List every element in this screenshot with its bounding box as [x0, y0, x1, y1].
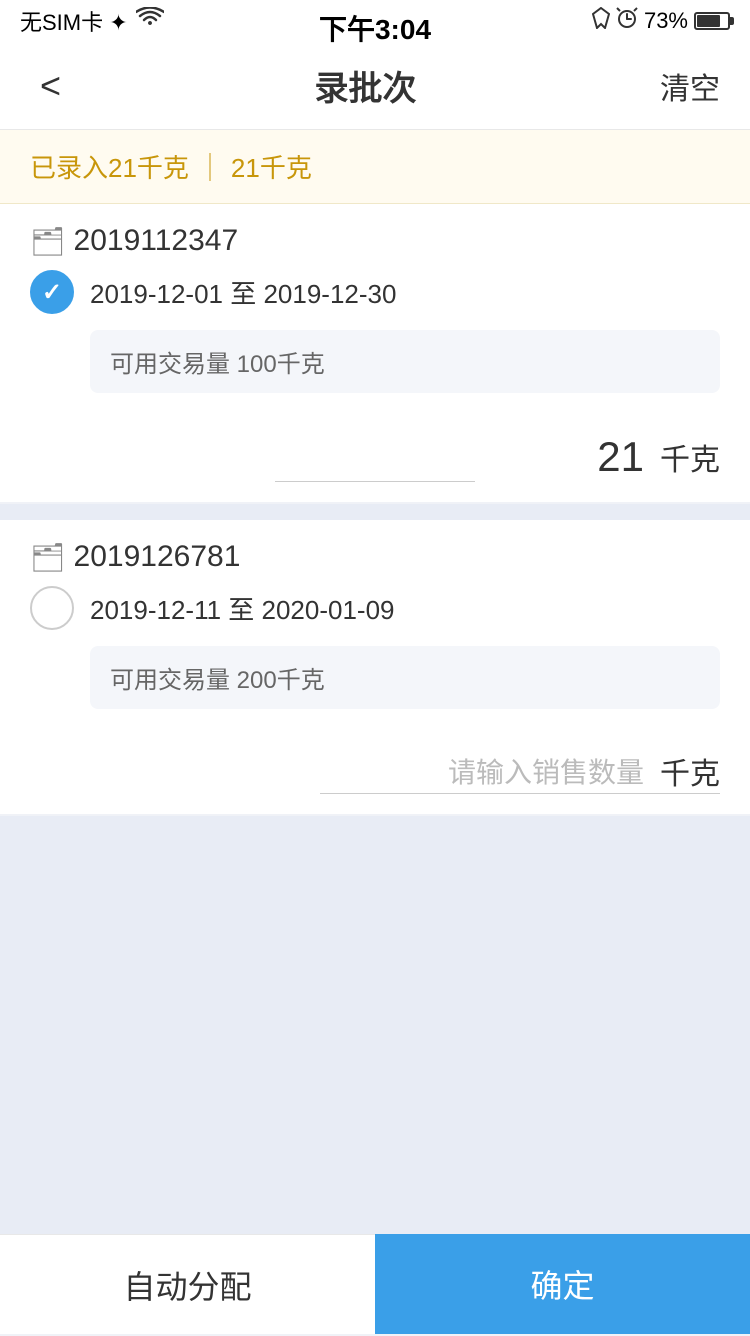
batch-2-input-section: 请输入销售数量 千克: [0, 733, 750, 814]
batch-card-1: 🗂 2019112347 2019-12-01 至 2019-12-30 可用交…: [0, 204, 750, 502]
batch-1-quantity-value[interactable]: 21: [597, 433, 644, 481]
batch-card-2: 🗂 2019126781 2019-12-11 至 2020-01-09 可用交…: [0, 520, 750, 814]
empty-area: [0, 816, 750, 1236]
batch-1-date: 2019-12-01 至 2019-12-30: [90, 274, 396, 311]
batch-2-id: 2019126781: [74, 540, 241, 574]
batch-1-quantity-row: 21 千克: [0, 417, 750, 481]
batch-2-underline: [320, 793, 720, 794]
batch-1-date-row: 2019-12-01 至 2019-12-30: [30, 270, 720, 314]
battery-percent: 73%: [644, 8, 688, 34]
section-divider-1: [0, 504, 750, 520]
batch-card-2-inner: 🗂 2019126781 2019-12-11 至 2020-01-09 可用交…: [0, 520, 750, 733]
info-value: 21千克: [231, 148, 312, 185]
back-button[interactable]: <: [30, 55, 71, 117]
batch-1-available: 可用交易量 100千克: [90, 330, 720, 393]
info-entered-label: 已录入21千克: [30, 148, 189, 185]
location-icon: [592, 7, 610, 35]
batch-2-input-unit: 千克: [660, 749, 720, 793]
info-bar-divider: [209, 153, 211, 181]
batch-1-header: 🗂 2019112347: [30, 224, 720, 258]
sim-text: 无SIM卡 ✦: [20, 5, 128, 37]
batch-2-available: 可用交易量 200千克: [90, 646, 720, 709]
batch-2-input-placeholder[interactable]: 请输入销售数量: [30, 751, 644, 791]
batch-1-quantity-section: 21 千克: [0, 417, 750, 502]
status-right: 73%: [592, 7, 730, 35]
batch-2-input-row: 请输入销售数量 千克: [0, 733, 750, 793]
batch-1-underline: [275, 481, 475, 482]
batch-card-1-inner: 🗂 2019112347 2019-12-01 至 2019-12-30 可用交…: [0, 204, 750, 417]
bottom-bar: 自动分配 确定: [0, 1234, 750, 1334]
status-time: 下午3:04: [319, 8, 431, 48]
info-bar: 已录入21千克 21千克: [0, 130, 750, 204]
alarm-icon: [616, 7, 638, 35]
batch-1-id: 2019112347: [74, 224, 239, 258]
status-left: 无SIM卡 ✦: [20, 5, 164, 37]
content-scroll: 🗂 2019112347 2019-12-01 至 2019-12-30 可用交…: [0, 204, 750, 1336]
status-bar: 无SIM卡 ✦ 下午3:04 73%: [0, 0, 750, 42]
auto-distribute-button[interactable]: 自动分配: [0, 1234, 375, 1334]
battery-icon: [694, 12, 730, 30]
batch-2-date: 2019-12-11 至 2020-01-09: [90, 590, 395, 627]
clear-button[interactable]: 清空: [660, 64, 720, 108]
confirm-button[interactable]: 确定: [375, 1234, 750, 1334]
batch-2-header: 🗂 2019126781: [30, 540, 720, 574]
batch-2-date-row: 2019-12-11 至 2020-01-09: [30, 586, 720, 630]
batch-1-icon: 🗂: [30, 225, 66, 258]
nav-bar: < 录批次 清空: [0, 42, 750, 130]
wifi-icon: [136, 7, 164, 35]
batch-1-radio[interactable]: [30, 270, 74, 314]
batch-1-quantity-unit: 千克: [660, 435, 720, 479]
page-title: 录批次: [315, 61, 417, 110]
batch-2-icon: 🗂: [30, 541, 66, 574]
batch-2-radio[interactable]: [30, 586, 74, 630]
